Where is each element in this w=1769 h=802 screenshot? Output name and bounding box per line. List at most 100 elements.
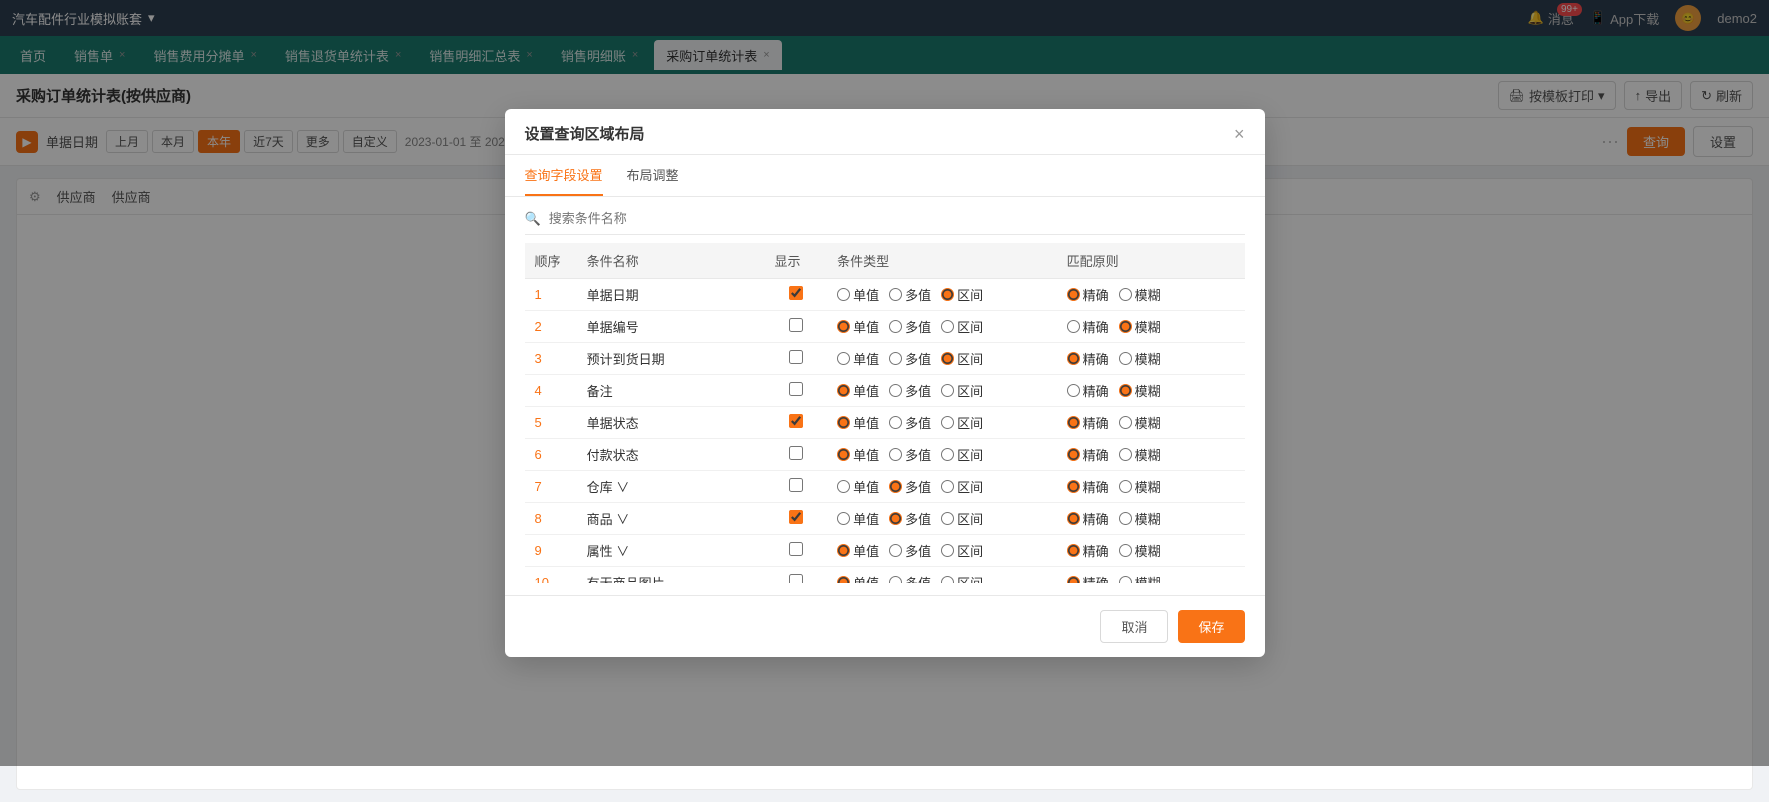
match-option-精确-4[interactable]: 精确	[1067, 381, 1109, 400]
table-row: 5单据状态单值多值区间精确模糊	[525, 407, 1245, 439]
type-option-单值-3[interactable]: 单值	[837, 349, 879, 368]
match-option-精确-1[interactable]: 精确	[1067, 285, 1109, 304]
modal-close-button[interactable]: ×	[1234, 125, 1245, 143]
match-option-模糊-4[interactable]: 模糊	[1119, 381, 1161, 400]
display-checkbox-8[interactable]	[789, 510, 803, 524]
type-option-多值-3[interactable]: 多值	[889, 349, 931, 368]
type-option-多值-4[interactable]: 多值	[889, 381, 931, 400]
display-checkbox-3[interactable]	[789, 350, 803, 364]
type-option-区间-1[interactable]: 区间	[941, 285, 983, 304]
type-option-多值-9[interactable]: 多值	[889, 541, 931, 560]
type-option-区间-6[interactable]: 区间	[941, 445, 983, 464]
row-display-10[interactable]	[764, 567, 827, 584]
match-option-模糊-7[interactable]: 模糊	[1119, 477, 1161, 496]
table-row: 9属性 ∨单值多值区间精确模糊	[525, 535, 1245, 567]
match-option-精确-8[interactable]: 精确	[1067, 509, 1109, 528]
row-match-6: 精确模糊	[1057, 439, 1245, 471]
type-option-区间-9[interactable]: 区间	[941, 541, 983, 560]
match-option-精确-5[interactable]: 精确	[1067, 413, 1109, 432]
modal-tab-layout[interactable]: 布局调整	[627, 155, 679, 196]
type-option-区间-5[interactable]: 区间	[941, 413, 983, 432]
match-option-模糊-3[interactable]: 模糊	[1119, 349, 1161, 368]
type-option-多值-8[interactable]: 多值	[889, 509, 931, 528]
display-checkbox-6[interactable]	[789, 446, 803, 460]
row-display-2[interactable]	[764, 311, 827, 343]
th-type: 条件类型	[827, 243, 1057, 279]
row-name-1: 单据日期	[577, 279, 765, 311]
row-type-10: 单值多值区间	[827, 567, 1057, 584]
type-option-区间-8[interactable]: 区间	[941, 509, 983, 528]
match-option-精确-7[interactable]: 精确	[1067, 477, 1109, 496]
match-option-模糊-1[interactable]: 模糊	[1119, 285, 1161, 304]
display-checkbox-5[interactable]	[789, 414, 803, 428]
match-option-模糊-2[interactable]: 模糊	[1119, 317, 1161, 336]
type-option-区间-2[interactable]: 区间	[941, 317, 983, 336]
type-option-单值-2[interactable]: 单值	[837, 317, 879, 336]
type-option-区间-4[interactable]: 区间	[941, 381, 983, 400]
row-display-8[interactable]	[764, 503, 827, 535]
display-checkbox-2[interactable]	[789, 318, 803, 332]
type-option-单值-5[interactable]: 单值	[837, 413, 879, 432]
row-display-7[interactable]	[764, 471, 827, 503]
match-option-模糊-6[interactable]: 模糊	[1119, 445, 1161, 464]
match-option-模糊-9[interactable]: 模糊	[1119, 541, 1161, 560]
display-checkbox-9[interactable]	[789, 542, 803, 556]
display-checkbox-10[interactable]	[789, 574, 803, 583]
row-order-2: 2	[525, 311, 577, 343]
match-option-精确-6[interactable]: 精确	[1067, 445, 1109, 464]
type-option-单值-4[interactable]: 单值	[837, 381, 879, 400]
save-button[interactable]: 保存	[1178, 610, 1244, 643]
type-option-单值-8[interactable]: 单值	[837, 509, 879, 528]
row-display-4[interactable]	[764, 375, 827, 407]
row-match-8: 精确模糊	[1057, 503, 1245, 535]
row-type-6: 单值多值区间	[827, 439, 1057, 471]
type-option-多值-1[interactable]: 多值	[889, 285, 931, 304]
match-option-精确-9[interactable]: 精确	[1067, 541, 1109, 560]
row-name-4: 备注	[577, 375, 765, 407]
modal-tabs: 查询字段设置 布局调整	[505, 155, 1265, 197]
row-display-9[interactable]	[764, 535, 827, 567]
row-match-4: 精确模糊	[1057, 375, 1245, 407]
modal-tab-fields[interactable]: 查询字段设置	[525, 155, 603, 196]
row-order-8: 8	[525, 503, 577, 535]
display-checkbox-7[interactable]	[789, 478, 803, 492]
row-display-1[interactable]	[764, 279, 827, 311]
row-order-6: 6	[525, 439, 577, 471]
field-table: 顺序 条件名称 显示 条件类型 匹配原则 1单据日期单值多值区间精确模糊2单据编…	[525, 243, 1245, 583]
modal-overlay: 设置查询区域布局 × 查询字段设置 布局调整 🔍	[0, 0, 1769, 766]
match-option-精确-3[interactable]: 精确	[1067, 349, 1109, 368]
match-option-精确-10[interactable]: 精确	[1067, 573, 1109, 583]
table-row: 1单据日期单值多值区间精确模糊	[525, 279, 1245, 311]
match-option-模糊-8[interactable]: 模糊	[1119, 509, 1161, 528]
row-name-3: 预计到货日期	[577, 343, 765, 375]
type-option-多值-2[interactable]: 多值	[889, 317, 931, 336]
type-option-单值-9[interactable]: 单值	[837, 541, 879, 560]
type-option-区间-3[interactable]: 区间	[941, 349, 983, 368]
type-option-单值-1[interactable]: 单值	[837, 285, 879, 304]
modal-search-input[interactable]	[545, 209, 1245, 228]
display-checkbox-1[interactable]	[789, 286, 803, 300]
row-name-6: 付款状态	[577, 439, 765, 471]
type-option-多值-7[interactable]: 多值	[889, 477, 931, 496]
type-option-多值-5[interactable]: 多值	[889, 413, 931, 432]
match-option-精确-2[interactable]: 精确	[1067, 317, 1109, 336]
row-type-9: 单值多值区间	[827, 535, 1057, 567]
type-option-单值-10[interactable]: 单值	[837, 573, 879, 583]
type-option-多值-6[interactable]: 多值	[889, 445, 931, 464]
type-option-单值-6[interactable]: 单值	[837, 445, 879, 464]
row-display-6[interactable]	[764, 439, 827, 471]
type-option-区间-10[interactable]: 区间	[941, 573, 983, 583]
row-order-5: 5	[525, 407, 577, 439]
display-checkbox-4[interactable]	[789, 382, 803, 396]
row-order-9: 9	[525, 535, 577, 567]
row-display-3[interactable]	[764, 343, 827, 375]
type-option-多值-10[interactable]: 多值	[889, 573, 931, 583]
match-option-模糊-5[interactable]: 模糊	[1119, 413, 1161, 432]
match-option-模糊-10[interactable]: 模糊	[1119, 573, 1161, 583]
cancel-button[interactable]: 取消	[1100, 610, 1168, 643]
type-option-区间-7[interactable]: 区间	[941, 477, 983, 496]
row-display-5[interactable]	[764, 407, 827, 439]
table-row: 3预计到货日期单值多值区间精确模糊	[525, 343, 1245, 375]
type-option-单值-7[interactable]: 单值	[837, 477, 879, 496]
row-match-2: 精确模糊	[1057, 311, 1245, 343]
